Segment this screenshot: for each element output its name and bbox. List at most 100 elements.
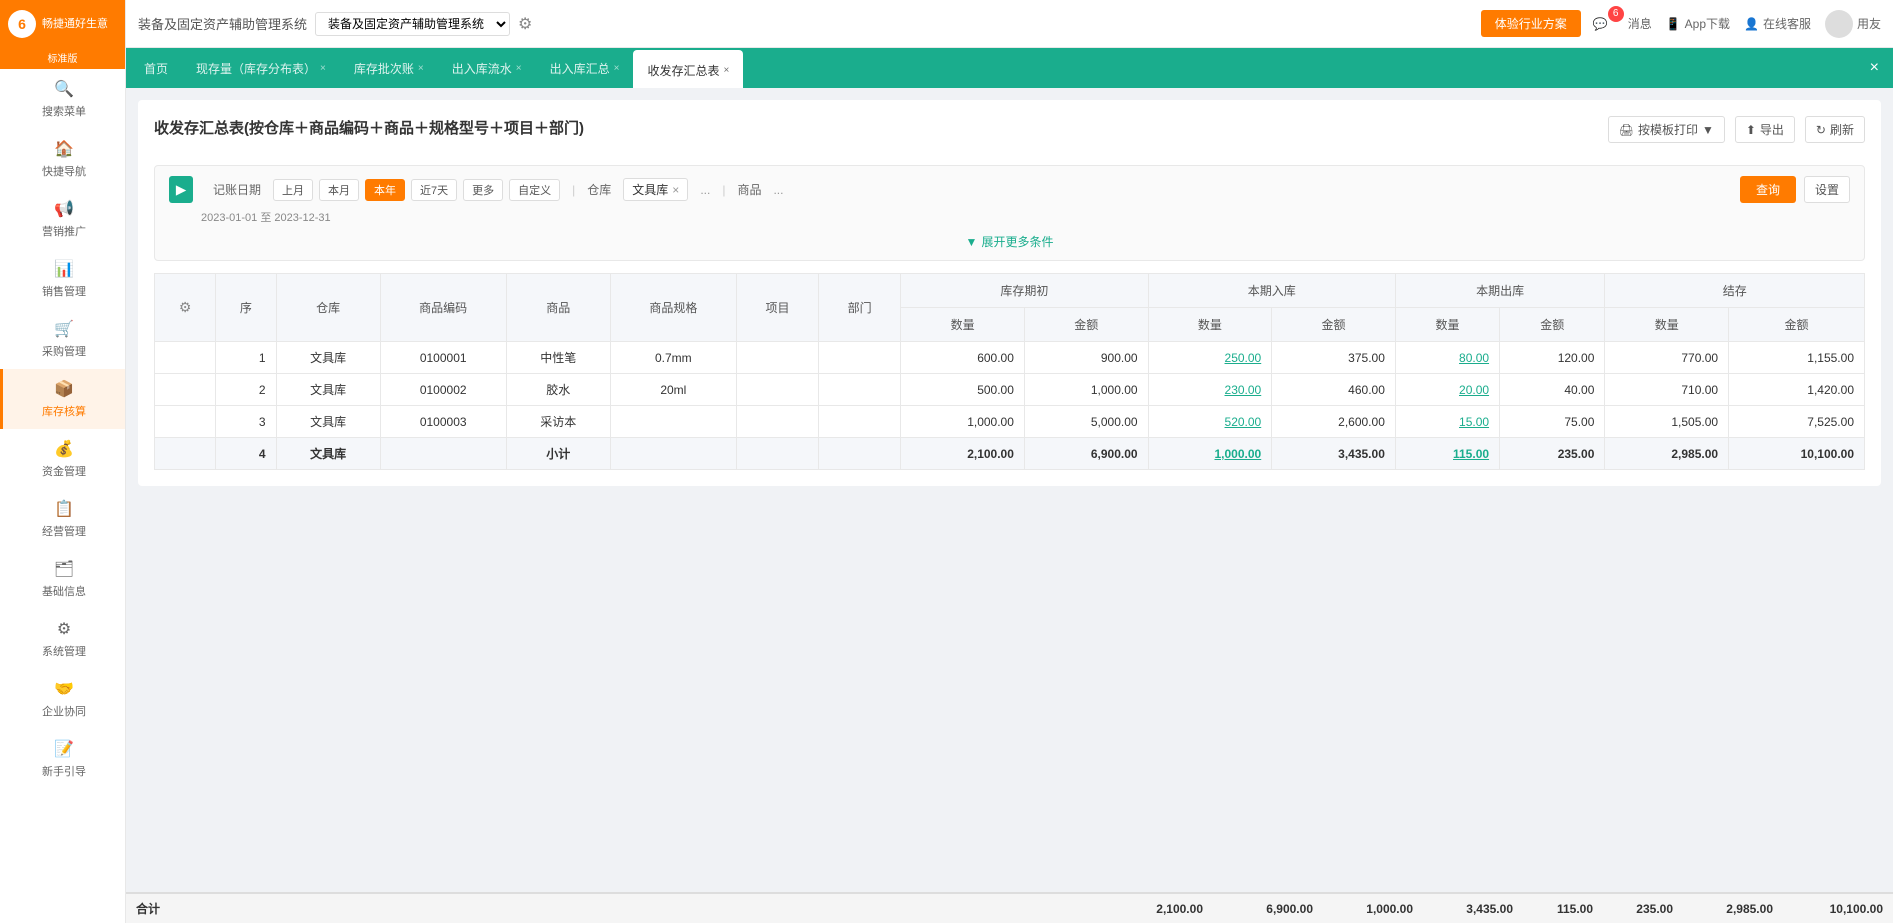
refresh-button[interactable]: ↻ 刷新 [1805, 116, 1865, 143]
date-btn-近7天[interactable]: 近7天 [411, 179, 457, 201]
sidebar-item-enterprise[interactable]: 🤝企业协同 [0, 669, 125, 729]
system-icon: ⚙ [57, 619, 71, 639]
sidebar-item-marketing[interactable]: 📢营销推广 [0, 189, 125, 249]
chevron-down-icon: ▼ [1702, 123, 1714, 137]
subtotal-num: 4 [216, 438, 276, 470]
sidebar-item-basic[interactable]: 🗂基础信息 [0, 549, 125, 609]
subtotal-in-amt: 3,435.00 [1272, 438, 1396, 470]
topbar-title: 装备及固定资产辅助管理系统 装备及固定资产辅助管理系统 ⚙ [138, 12, 1469, 36]
tab-close-inventory_dist[interactable]: × [320, 63, 326, 74]
tab-home[interactable]: 首页 [130, 48, 182, 88]
row-closing-qty: 1,505.00 [1605, 406, 1729, 438]
row-settings-cell [155, 374, 216, 406]
tab-close-inout_flow[interactable]: × [516, 63, 522, 74]
total-footer: 合计 2,100.00 6,900.00 1,000.00 3,435.00 1… [126, 892, 1893, 923]
sidebar-item-sales[interactable]: 📊销售管理 [0, 249, 125, 309]
purchase-icon: 🛒 [54, 319, 74, 339]
main-area: 装备及固定资产辅助管理系统 装备及固定资产辅助管理系统 ⚙ 体验行业方案 💬 6… [126, 0, 1893, 923]
finance-icon: 💰 [54, 439, 74, 459]
expand-more-button[interactable]: ▼ 展开更多条件 [169, 233, 1850, 250]
try-solution-button[interactable]: 体验行业方案 [1481, 10, 1581, 37]
row-opening-qty: 500.00 [901, 374, 1025, 406]
row-warehouse: 文具库 [276, 374, 380, 406]
col-closing-qty-header: 数量 [1605, 308, 1729, 342]
date-btn-本年[interactable]: 本年 [365, 179, 405, 201]
row-opening-amt: 1,000.00 [1024, 374, 1148, 406]
date-btn-本月[interactable]: 本月 [319, 179, 359, 201]
export-icon: ⬆ [1746, 123, 1756, 137]
sidebar-item-inventory[interactable]: 📦库存核算 [0, 369, 125, 429]
subtotal-opening-qty: 2,100.00 [901, 438, 1025, 470]
goods-more[interactable]: ... [773, 183, 783, 197]
col-out-amt-header: 金额 [1500, 308, 1605, 342]
col-out-header: 本期出库 [1395, 274, 1605, 308]
table-row: 2 文具库 0100002 胶水 20ml 500.00 1,000.00 23… [155, 374, 1865, 406]
table-row: 1 文具库 0100001 中性笔 0.7mm 600.00 900.00 25… [155, 342, 1865, 374]
enterprise-icon: 🤝 [54, 679, 74, 699]
print-button[interactable]: 🖨 按模板打印 ▼ [1608, 116, 1725, 143]
sidebar-item-business[interactable]: 📋经营管理 [0, 489, 125, 549]
logo-icon: 6 [8, 10, 36, 38]
subtotal-in-qty: 1,000.00 [1148, 438, 1272, 470]
col-opening-qty-header: 数量 [901, 308, 1025, 342]
sidebar-item-system[interactable]: ⚙系统管理 [0, 609, 125, 669]
subtotal-empty-spec [610, 438, 736, 470]
user-profile-button[interactable]: 用友 [1825, 10, 1881, 38]
app-download-button[interactable]: 📱 App下载 [1666, 15, 1730, 32]
sidebar-item-search[interactable]: 🔍搜索菜单 [0, 69, 125, 129]
total-in-amt: 3,435.00 [1433, 902, 1513, 916]
warehouse-tag-close[interactable]: × [672, 183, 679, 197]
online-service-label: 在线客服 [1763, 15, 1811, 32]
marketing-icon: 📢 [54, 199, 74, 219]
tab-close-recv_summary[interactable]: × [723, 65, 729, 76]
sales-icon: 📊 [54, 259, 74, 279]
subtotal-empty-code [380, 438, 506, 470]
query-button[interactable]: 查询 [1740, 176, 1796, 203]
online-service-button[interactable]: 👤 在线客服 [1744, 15, 1811, 32]
sidebar-item-guide[interactable]: 📝新手引导 [0, 729, 125, 789]
tab-close-batch[interactable]: × [418, 63, 424, 74]
date-btn-自定义[interactable]: 自定义 [509, 179, 560, 201]
row-goods-code: 0100003 [380, 406, 506, 438]
sidebar-item-purchase[interactable]: 🛒采购管理 [0, 309, 125, 369]
row-out-amt: 75.00 [1500, 406, 1605, 438]
filter-settings-button[interactable]: 设置 [1804, 176, 1850, 203]
sidebar-item-quick_nav[interactable]: 🏠快捷导航 [0, 129, 125, 189]
tab-inout_flow[interactable]: 出入库流水 × [438, 48, 536, 88]
system-select[interactable]: 装备及固定资产辅助管理系统 [315, 12, 510, 36]
settings-icon[interactable]: ⚙ [518, 14, 532, 34]
row-goods-name: 中性笔 [506, 342, 610, 374]
sidebar-logo: 6 畅捷通好生意 [0, 0, 125, 48]
tab-recv_summary[interactable]: 收发存汇总表 × [633, 50, 743, 90]
date-btn-上月[interactable]: 上月 [273, 179, 313, 201]
row-out-qty: 80.00 [1395, 342, 1499, 374]
tab-inventory_dist[interactable]: 现存量（库存分布表） × [182, 48, 340, 88]
sidebar-menu: 🔍搜索菜单🏠快捷导航📢营销推广📊销售管理🛒采购管理📦库存核算💰资金管理📋经营管理… [0, 69, 125, 923]
message-button[interactable]: 💬 6 消息 [1593, 15, 1652, 32]
subtotal-out-qty: 115.00 [1395, 438, 1499, 470]
tab-batch[interactable]: 库存批次账 × [340, 48, 438, 88]
warehouse-tag: 文具库 × [623, 178, 688, 201]
app-icon: 📱 [1666, 17, 1681, 31]
filter-arrow-button[interactable]: ▶ [169, 176, 193, 203]
table-settings-icon[interactable]: ⚙ [179, 299, 192, 315]
col-opening-header: 库存期初 [901, 274, 1148, 308]
warehouse-more[interactable]: ... [700, 183, 710, 197]
close-all-tabs-button[interactable]: × [1860, 59, 1889, 77]
sidebar: 6 畅捷通好生意 标准版 🔍搜索菜单🏠快捷导航📢营销推广📊销售管理🛒采购管理📦库… [0, 0, 126, 923]
export-button[interactable]: ⬆ 导出 [1735, 116, 1795, 143]
page-title: 收发存汇总表(按仓库＋商品编码＋商品＋规格型号＋项目＋部门) [154, 117, 584, 138]
row-in-qty: 520.00 [1148, 406, 1272, 438]
tab-inout_summary[interactable]: 出入库汇总 × [536, 48, 634, 88]
date-btn-更多[interactable]: 更多 [463, 179, 503, 201]
row-goods-name: 胶水 [506, 374, 610, 406]
row-closing-amt: 7,525.00 [1729, 406, 1865, 438]
warehouse-filter-label: 仓库 [587, 181, 611, 198]
message-label: 消息 [1628, 15, 1652, 32]
row-in-amt: 460.00 [1272, 374, 1396, 406]
row-in-qty: 250.00 [1148, 342, 1272, 374]
sidebar-item-finance[interactable]: 💰资金管理 [0, 429, 125, 489]
tab-close-inout_summary[interactable]: × [614, 63, 620, 74]
total-opening-amt: 6,900.00 [1223, 902, 1313, 916]
page-top-actions: 🖨 按模板打印 ▼ ⬆ 导出 ↻ 刷新 [1608, 116, 1865, 143]
